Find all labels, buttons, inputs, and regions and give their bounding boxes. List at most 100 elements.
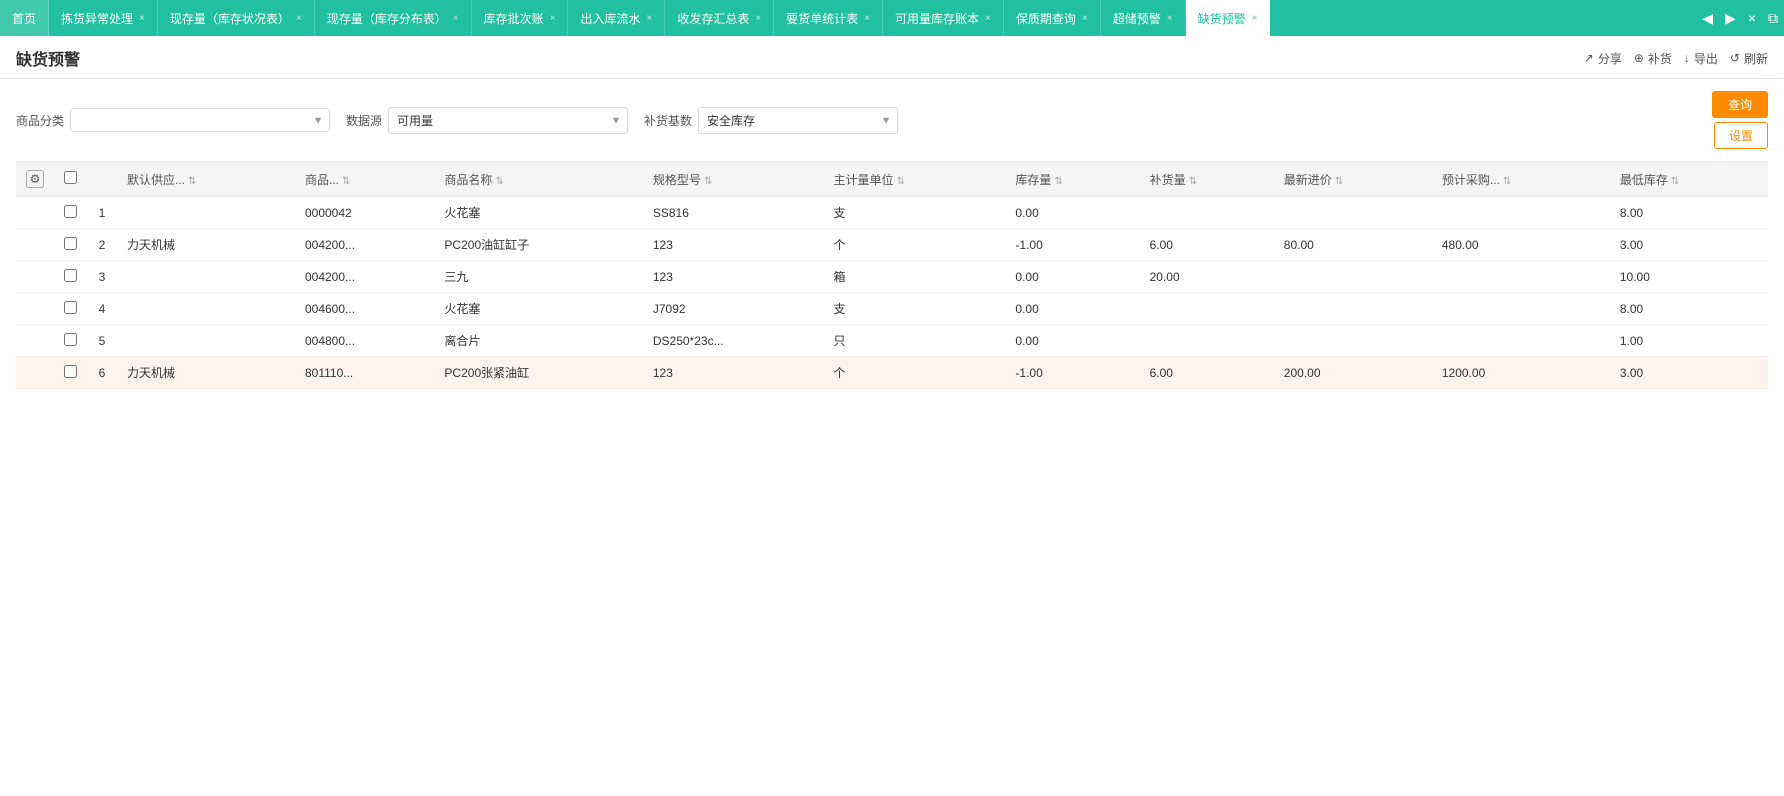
tab-close-icon[interactable]: ×: [755, 13, 761, 24]
datasource-select[interactable]: 可用量 ▾: [388, 107, 628, 134]
cell-unit-2: 箱: [823, 261, 1005, 293]
row-checkbox-5[interactable]: [54, 357, 87, 389]
cell-goods_name-0: 火花塞: [434, 197, 642, 229]
tab-label: 要货单统计表: [786, 10, 858, 27]
tab-scroll-right[interactable]: ▶: [1719, 0, 1742, 36]
datasource-label: 数据源: [346, 112, 382, 129]
cell-goods_code-5: 801110...: [295, 357, 434, 389]
col-label-spec: 规格型号: [653, 173, 701, 187]
datasource-arrow-icon: ▾: [613, 113, 619, 127]
tab-close-icon[interactable]: ×: [1252, 13, 1258, 24]
col-header-goods_name[interactable]: 商品名称⇅: [434, 162, 642, 197]
row-check[interactable]: [64, 301, 77, 314]
cell-goods_name-3: 火花塞: [434, 293, 642, 325]
page-header: 缺货预警 ↗ 分享 ⊕ 补货 ↓ 导出 ↺ 刷新: [0, 36, 1784, 79]
cell-unit-0: 支: [823, 197, 1005, 229]
tab-maximize[interactable]: ⧉: [1762, 0, 1784, 36]
replenish-basis-select[interactable]: 安全库存 ▾: [698, 107, 898, 134]
sort-icon-spec: ⇅: [704, 176, 712, 187]
col-header-replenish[interactable]: 补货量⇅: [1140, 162, 1274, 197]
settings-button[interactable]: 设置: [1714, 122, 1768, 149]
row-check[interactable]: [64, 365, 77, 378]
col-header-spec[interactable]: 规格型号⇅: [643, 162, 824, 197]
cell-unit-3: 支: [823, 293, 1005, 325]
row-index-4: 5: [87, 325, 117, 357]
tab-item-7[interactable]: 要货单统计表 ×: [774, 0, 883, 36]
tab-item-8[interactable]: 可用量库存账本×: [883, 0, 1004, 36]
tab-close-icon[interactable]: ×: [296, 13, 302, 24]
row-check[interactable]: [64, 237, 77, 250]
row-checkbox-1[interactable]: [54, 229, 87, 261]
datasource-value: 可用量: [397, 112, 433, 129]
tab-item-3[interactable]: 现存量（库存分布表）×: [315, 0, 472, 36]
row-checkbox-4[interactable]: [54, 325, 87, 357]
select-all-checkbox[interactable]: [64, 171, 77, 184]
row-checkbox-3[interactable]: [54, 293, 87, 325]
table-row[interactable]: 10000042火花塞SS816支0.008.00: [16, 197, 1768, 229]
row-check[interactable]: [64, 205, 77, 218]
cell-goods_name-1: PC200油缸缸子: [434, 229, 642, 261]
cell-goods_name-2: 三九: [434, 261, 642, 293]
tab-close-icon[interactable]: ×: [1082, 13, 1088, 24]
col-header-supplier[interactable]: 默认供应...⇅: [117, 162, 295, 197]
cell-latest_price-5: 200.00: [1274, 357, 1432, 389]
sort-icon-latest_price: ⇅: [1335, 176, 1343, 187]
tab-item-5[interactable]: 出入库流水×: [568, 0, 665, 36]
col-header-min_stock[interactable]: 最低库存⇅: [1610, 162, 1768, 197]
col-header-latest_price[interactable]: 最新进价⇅: [1274, 162, 1432, 197]
replenish-basis-arrow-icon: ▾: [883, 113, 889, 127]
sort-icon-replenish: ⇅: [1189, 176, 1197, 187]
tab-close-icon[interactable]: ×: [139, 13, 145, 24]
tab-close-icon[interactable]: ×: [864, 13, 870, 24]
table-settings-icon[interactable]: ⚙: [26, 170, 44, 188]
cell-replenish-5: 6.00: [1140, 357, 1274, 389]
export-button[interactable]: ↓ 导出: [1684, 50, 1718, 67]
tab-item-10[interactable]: 超储预警×: [1101, 0, 1186, 36]
tab-close-icon[interactable]: ×: [646, 13, 652, 24]
row-check[interactable]: [64, 333, 77, 346]
row-checkbox-0[interactable]: [54, 197, 87, 229]
table-row[interactable]: 6力天机械801110...PC200张紧油缸123个-1.006.00200.…: [16, 357, 1768, 389]
cell-spec-5: 123: [643, 357, 824, 389]
col-header-goods_code[interactable]: 商品...⇅: [295, 162, 434, 197]
tab-close-icon[interactable]: ×: [550, 13, 556, 24]
col-header-stock[interactable]: 库存量⇅: [1005, 162, 1139, 197]
table-row[interactable]: 3004200...三九123箱0.0020.0010.00: [16, 261, 1768, 293]
tab-label: 现存量（库存状况表）: [170, 10, 290, 27]
tab-item-6[interactable]: 收发存汇总表×: [665, 0, 774, 36]
replenish-button[interactable]: ⊕ 补货: [1634, 50, 1672, 67]
share-icon: ↗: [1584, 51, 1594, 65]
tab-close-icon[interactable]: ×: [985, 13, 991, 24]
cell-spec-0: SS816: [643, 197, 824, 229]
row-check[interactable]: [64, 269, 77, 282]
table-row[interactable]: 4004600...火花塞J7092支0.008.00: [16, 293, 1768, 325]
tab-item-11[interactable]: 缺货预警×: [1186, 0, 1271, 36]
share-label: 分享: [1598, 50, 1622, 67]
cell-replenish-4: [1140, 325, 1274, 357]
cell-goods_name-4: 离合片: [434, 325, 642, 357]
tab-item-1[interactable]: 拣货异常处理×: [49, 0, 158, 36]
tab-item-9[interactable]: 保质期查询×: [1004, 0, 1101, 36]
row-checkbox-2[interactable]: [54, 261, 87, 293]
cell-estimated_purchase-0: [1432, 197, 1610, 229]
refresh-button[interactable]: ↺ 刷新: [1730, 50, 1768, 67]
cell-spec-3: J7092: [643, 293, 824, 325]
table-row[interactable]: 5004800...离合片DS250*23c...只0.001.00: [16, 325, 1768, 357]
share-button[interactable]: ↗ 分享: [1584, 50, 1622, 67]
cell-estimated_purchase-1: 480.00: [1432, 229, 1610, 261]
tab-item-0[interactable]: 首页: [0, 0, 49, 36]
tab-item-2[interactable]: 现存量（库存状况表） ×: [158, 0, 315, 36]
cell-estimated_purchase-5: 1200.00: [1432, 357, 1610, 389]
tab-close-icon[interactable]: ×: [453, 13, 459, 24]
col-header-unit[interactable]: 主计量单位⇅: [823, 162, 1005, 197]
cell-supplier-5: 力天机械: [117, 357, 295, 389]
tab-item-4[interactable]: 库存批次账×: [472, 0, 569, 36]
col-header-index: [87, 162, 117, 197]
col-header-estimated_purchase[interactable]: 预计采购...⇅: [1432, 162, 1610, 197]
tab-scroll-left[interactable]: ◀: [1696, 0, 1719, 36]
tab-close-all[interactable]: ×: [1742, 0, 1762, 36]
query-button[interactable]: 查询: [1712, 91, 1768, 118]
tab-close-icon[interactable]: ×: [1167, 13, 1173, 24]
table-row[interactable]: 2力天机械004200...PC200油缸缸子123个-1.006.0080.0…: [16, 229, 1768, 261]
category-select[interactable]: ▾: [70, 108, 330, 132]
